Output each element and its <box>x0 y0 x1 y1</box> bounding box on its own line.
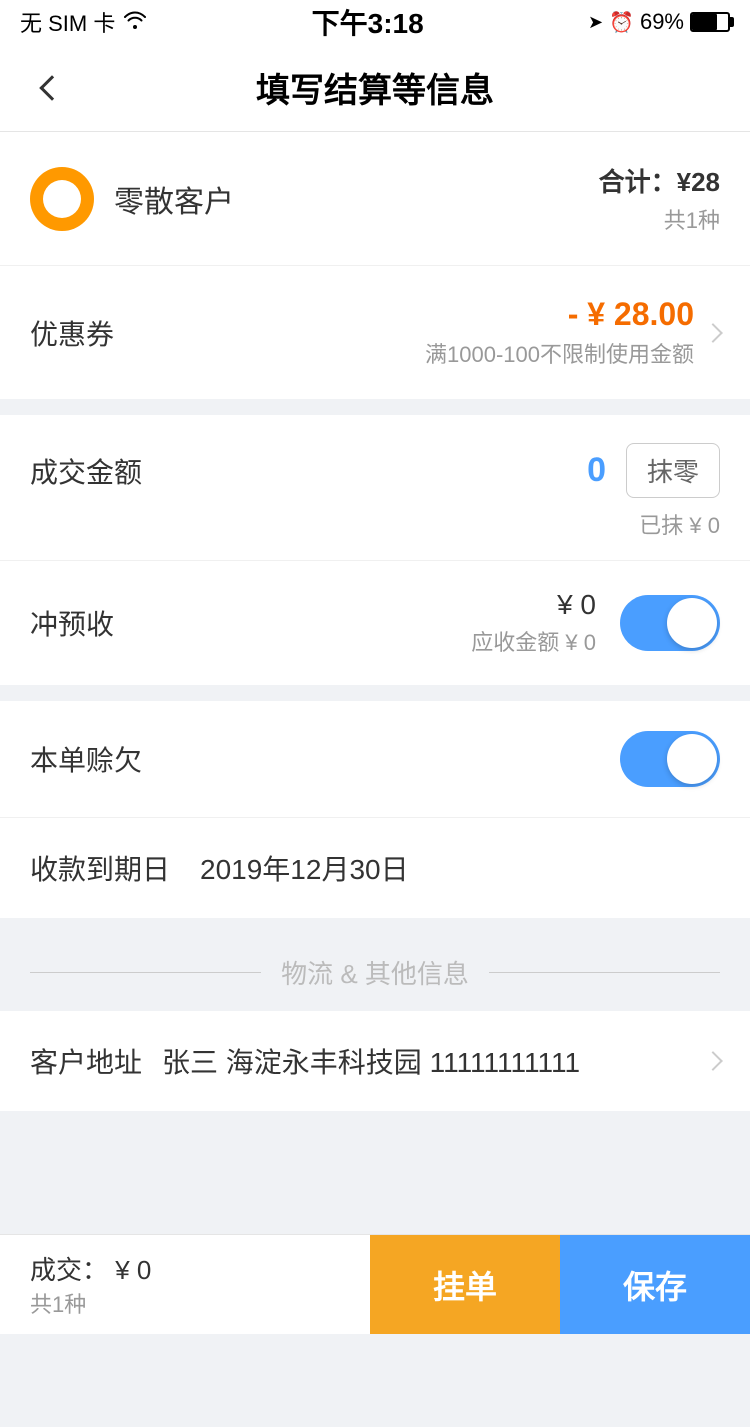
bottom-info: 成交： ¥ 0 共1种 <box>0 1235 370 1334</box>
deal-sub: 已抹 ¥ 0 <box>0 508 750 560</box>
chevron-right-icon <box>703 323 723 343</box>
credit-row: 本单赊欠 <box>0 701 750 817</box>
status-bar: 无 SIM 卡 下午3:18 ➤ ⏰ 69% <box>0 0 750 44</box>
deal-label: 成交金额 <box>30 451 142 491</box>
address-card[interactable]: 客户地址 张三 海淀永丰科技园 11111111111 <box>0 1011 750 1111</box>
battery-icon <box>690 12 730 32</box>
address-chevron-icon <box>703 1051 723 1071</box>
back-button[interactable] <box>30 66 74 110</box>
bottom-deal-label: 成交： <box>30 1255 108 1285</box>
divider-right <box>489 972 720 973</box>
location-icon: ➤ <box>588 12 603 33</box>
bottom-deal-row: 成交： ¥ 0 <box>30 1250 340 1287</box>
total-amount: 合计：¥28 <box>599 162 720 199</box>
credit-card: 本单赊欠 收款到期日 2019年12月30日 <box>0 701 750 918</box>
credit-label: 本单赊欠 <box>30 739 142 779</box>
logistics-label: 物流 & 其他信息 <box>281 954 469 991</box>
due-date: 2019年12月30日 <box>200 848 409 888</box>
nav-bar: 填写结算等信息 <box>0 44 750 132</box>
deal-row: 成交金额 0 抹零 <box>0 415 750 508</box>
bottom-bar: 成交： ¥ 0 共1种 挂单 保存 <box>0 1234 750 1334</box>
sim-label: 无 SIM 卡 <box>20 6 115 38</box>
coupon-row[interactable]: 优惠券 - ¥ 28.00 满1000-100不限制使用金额 <box>0 265 750 399</box>
wifi-icon <box>123 9 147 35</box>
logistics-header-line: 物流 & 其他信息 <box>30 954 720 991</box>
address-label: 客户地址 <box>30 1041 142 1081</box>
alarm-icon: ⏰ <box>609 10 634 35</box>
battery-percent: 69% <box>640 9 684 35</box>
total-count: 共1种 <box>599 203 720 235</box>
customer-right: 合计：¥28 共1种 <box>599 162 720 235</box>
due-label: 收款到期日 <box>30 848 170 888</box>
back-arrow-icon <box>39 75 64 100</box>
customer-row: 零散客户 合计：¥28 共1种 <box>0 132 750 265</box>
prepay-row: 冲预收 ¥ 0 应收金额 ¥ 0 <box>0 560 750 685</box>
prepay-toggle[interactable] <box>620 595 720 651</box>
content: 零散客户 合计：¥28 共1种 优惠券 - ¥ 28.00 满1000-100不… <box>0 132 750 1427</box>
prepay-label: 冲预收 <box>30 603 114 643</box>
toggle-knob <box>667 598 717 648</box>
hang-button[interactable]: 挂单 <box>370 1235 560 1334</box>
avatar-inner <box>43 180 81 218</box>
customer-name: 零散客户 <box>114 177 234 221</box>
address-row[interactable]: 客户地址 张三 海淀永丰科技园 11111111111 <box>0 1011 750 1111</box>
coupon-value: - ¥ 28.00 <box>425 296 694 333</box>
customer-card: 零散客户 合计：¥28 共1种 优惠券 - ¥ 28.00 满1000-100不… <box>0 132 750 399</box>
round-zero-button[interactable]: 抹零 <box>626 443 720 498</box>
status-time: 下午3:18 <box>312 2 424 42</box>
status-left: 无 SIM 卡 <box>20 6 147 38</box>
save-button[interactable]: 保存 <box>560 1235 750 1334</box>
due-row: 收款到期日 2019年12月30日 <box>0 817 750 918</box>
coupon-label: 优惠券 <box>30 313 114 353</box>
deal-card: 成交金额 0 抹零 已抹 ¥ 0 冲预收 ¥ 0 应收金额 ¥ 0 <box>0 415 750 685</box>
logistics-section-header: 物流 & 其他信息 <box>0 934 750 1011</box>
bottom-deal-value: ¥ 0 <box>115 1255 151 1285</box>
credit-toggle[interactable] <box>620 731 720 787</box>
avatar <box>30 167 94 231</box>
coupon-sub: 满1000-100不限制使用金额 <box>425 337 694 369</box>
prepay-main-value: ¥ 0 <box>471 589 596 621</box>
customer-left: 零散客户 <box>30 167 234 231</box>
bottom-count: 共1种 <box>30 1287 340 1319</box>
divider-left <box>30 972 261 973</box>
deal-value: 0 <box>587 451 606 490</box>
prepay-values: ¥ 0 应收金额 ¥ 0 <box>471 589 596 657</box>
credit-toggle-knob <box>667 734 717 784</box>
prepay-sub-value: 应收金额 ¥ 0 <box>471 625 596 657</box>
status-right: ➤ ⏰ 69% <box>588 9 730 35</box>
page-title: 填写结算等信息 <box>256 63 494 112</box>
address-value: 张三 海淀永丰科技园 11111111111 <box>162 1041 694 1081</box>
